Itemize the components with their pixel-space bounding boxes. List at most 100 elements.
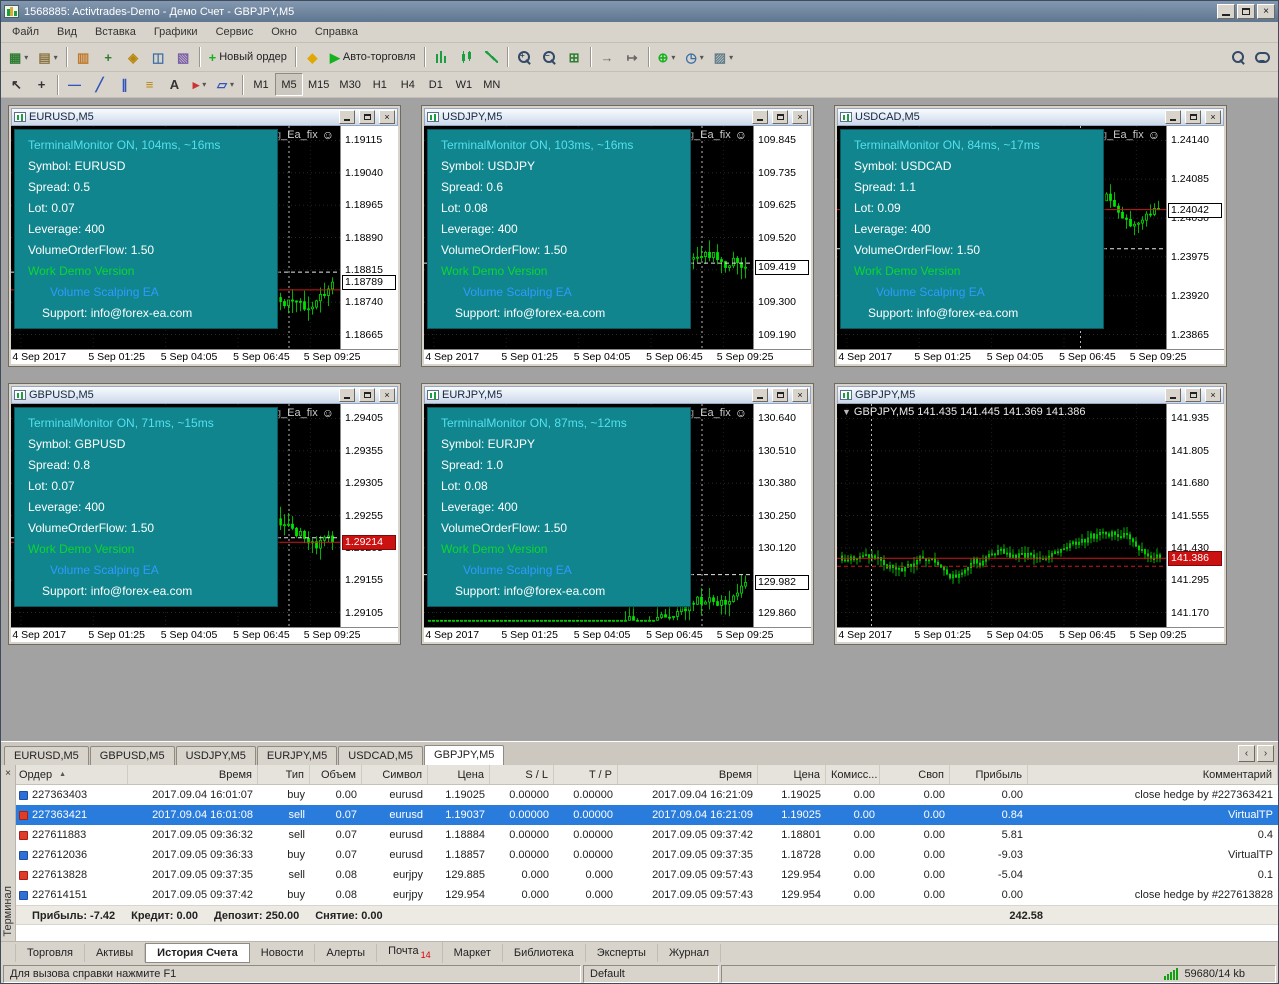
arrow-label-button[interactable]: ▸ ▾ bbox=[187, 73, 212, 96]
chart-restore-button[interactable] bbox=[1185, 110, 1201, 124]
chart-window-titlebar-gbpusd[interactable]: GBPUSD,M5 × bbox=[11, 386, 398, 404]
tab-trade[interactable]: Торговля bbox=[15, 943, 85, 962]
tab-assets[interactable]: Активы bbox=[85, 943, 146, 962]
templates-button[interactable]: ▨ ▾ bbox=[709, 46, 738, 69]
terminal-close-button[interactable]: × bbox=[5, 769, 11, 779]
chart-minimize-button[interactable] bbox=[339, 388, 355, 402]
chat-button[interactable] bbox=[1250, 46, 1275, 69]
tab-market[interactable]: Маркет bbox=[443, 943, 503, 962]
fibonacci-button[interactable]: ≡ bbox=[137, 73, 162, 96]
search-button[interactable] bbox=[1225, 46, 1250, 69]
tab-account-history[interactable]: История Счета bbox=[145, 942, 250, 963]
menu-service[interactable]: Сервис bbox=[207, 23, 263, 41]
chart-tab-usdjpy[interactable]: USDJPY,M5 bbox=[175, 746, 256, 765]
menu-file[interactable]: Файл bbox=[3, 23, 48, 41]
tab-mailbox[interactable]: Почта 14 bbox=[377, 942, 443, 963]
zoom-in-button[interactable]: + bbox=[512, 46, 537, 69]
navigator-button[interactable]: ◈ bbox=[121, 46, 146, 69]
chart-tab-eurusd[interactable]: EURUSD,M5 bbox=[4, 746, 89, 765]
terminal-button[interactable]: ◫ bbox=[146, 46, 171, 69]
chart-tab-eurjpy[interactable]: EURJPY,M5 bbox=[256, 746, 338, 765]
chart-shift-button[interactable]: ↦ bbox=[620, 46, 645, 69]
window-restore-button[interactable] bbox=[1237, 4, 1255, 19]
header-col-type[interactable]: Тип bbox=[258, 765, 310, 784]
header-col-open-time[interactable]: Время bbox=[128, 765, 258, 784]
text-button[interactable]: A bbox=[162, 73, 187, 96]
history-row-227614151[interactable]: 227614151 2017.09.05 09:37:42 buy 0.08 eurjp… bbox=[16, 885, 1278, 905]
chart-area-eurusd[interactable]: 1.19115 1.19040 1.18965 1.18890 1.18815 1.187… bbox=[11, 126, 398, 364]
timeframe-m5-button[interactable]: M5 bbox=[275, 73, 304, 96]
autotrading-button[interactable]: ▶ Авто-торговля bbox=[325, 46, 421, 69]
zoom-out-button[interactable]: − bbox=[537, 46, 562, 69]
menu-help[interactable]: Справка bbox=[306, 23, 367, 41]
chart-tab-gbpjpy[interactable]: GBPJPY,M5 bbox=[424, 745, 505, 765]
window-close-button[interactable]: × bbox=[1257, 4, 1275, 19]
header-col-close-price[interactable]: Цена bbox=[758, 765, 826, 784]
menu-view[interactable]: Вид bbox=[48, 23, 86, 41]
bar-chart-button[interactable] bbox=[429, 46, 454, 69]
chart-window-titlebar-usdjpy[interactable]: USDJPY,M5 × bbox=[424, 108, 811, 126]
history-row-227363403[interactable]: 227363403 2017.09.04 16:01:07 buy 0.00 eurus… bbox=[16, 785, 1278, 805]
header-col-close-time[interactable]: Время bbox=[618, 765, 758, 784]
header-col-swap[interactable]: Своп bbox=[880, 765, 950, 784]
history-row-227613828[interactable]: 227613828 2017.09.05 09:37:35 sell 0.08 eurj… bbox=[16, 865, 1278, 885]
new-chart-button[interactable]: ▦ ▾ bbox=[4, 46, 33, 69]
history-row-227363421[interactable]: 227363421 2017.09.04 16:01:08 sell 0.07 euru… bbox=[16, 805, 1278, 825]
chart-area-eurjpy[interactable]: 130.640 130.510 130.380 130.250 130.120 129.9… bbox=[424, 404, 811, 642]
menu-insert[interactable]: Вставка bbox=[86, 23, 145, 41]
tile-windows-button[interactable]: ⊞ bbox=[562, 46, 587, 69]
chart-tab-usdcad[interactable]: USDCAD,M5 bbox=[338, 746, 424, 765]
chart-window-titlebar-eurjpy[interactable]: EURJPY,M5 × bbox=[424, 386, 811, 404]
header-col-open-price[interactable]: Цена bbox=[428, 765, 490, 784]
chart-minimize-button[interactable] bbox=[752, 388, 768, 402]
header-col-symbol[interactable]: Символ bbox=[362, 765, 428, 784]
chart-close-button[interactable]: × bbox=[792, 388, 808, 402]
tab-alerts[interactable]: Алерты bbox=[315, 943, 378, 962]
periods-button[interactable]: ◷ ▾ bbox=[680, 46, 708, 69]
market-watch-button[interactable]: ▥ bbox=[71, 46, 96, 69]
chart-restore-button[interactable] bbox=[359, 110, 375, 124]
chart-area-gbpjpy[interactable]: 141.935 141.805 141.680 141.555 141.430 141.2… bbox=[837, 404, 1224, 642]
horizontal-line-button[interactable]: — bbox=[62, 73, 87, 96]
tab-experts[interactable]: Эксперты bbox=[586, 943, 658, 962]
metaeditor-button[interactable]: ◆ bbox=[300, 46, 325, 69]
chart-minimize-button[interactable] bbox=[752, 110, 768, 124]
channel-button[interactable]: ∥ bbox=[112, 73, 137, 96]
chart-tabs-scroll-right-button[interactable]: › bbox=[1257, 745, 1274, 762]
chart-plot-gbpjpy[interactable] bbox=[837, 404, 1166, 627]
chart-restore-button[interactable] bbox=[359, 388, 375, 402]
data-window-button[interactable]: + bbox=[96, 46, 121, 69]
timeframe-h1-button[interactable]: H1 bbox=[366, 73, 394, 96]
header-col-volume[interactable]: Объем bbox=[310, 765, 362, 784]
statusbar-profile-selector[interactable]: Default bbox=[583, 965, 719, 983]
chart-area-gbpusd[interactable]: 1.294051.293551.293051.292551.292051.291… bbox=[11, 404, 398, 642]
history-row-227612036[interactable]: 227612036 2017.09.05 09:36:33 buy 0.07 eurus… bbox=[16, 845, 1278, 865]
header-col-profit[interactable]: Прибыль bbox=[950, 765, 1028, 784]
chart-close-button[interactable]: × bbox=[1205, 110, 1221, 124]
shapes-button[interactable]: ▱ ▾ bbox=[212, 73, 239, 96]
profiles-button[interactable]: ▤ ▾ bbox=[33, 46, 62, 69]
timeframe-m30-button[interactable]: M30 bbox=[334, 73, 365, 96]
chart-tab-gbpusd[interactable]: GBPUSD,M5 bbox=[89, 746, 175, 765]
autoscroll-button[interactable]: → bbox=[595, 46, 620, 69]
tab-journal[interactable]: Журнал bbox=[658, 943, 722, 962]
tab-library[interactable]: Библиотека bbox=[503, 943, 586, 962]
chart-restore-button[interactable] bbox=[772, 110, 788, 124]
header-col-sl[interactable]: S / L bbox=[490, 765, 554, 784]
tab-news[interactable]: Новости bbox=[250, 943, 316, 962]
chart-close-button[interactable]: × bbox=[792, 110, 808, 124]
chart-minimize-button[interactable] bbox=[339, 110, 355, 124]
chart-tabs-scroll-left-button[interactable]: ‹ bbox=[1238, 745, 1255, 762]
window-minimize-button[interactable] bbox=[1217, 4, 1235, 19]
candlestick-chart-button[interactable] bbox=[454, 46, 479, 69]
menu-charts[interactable]: Графики bbox=[145, 23, 207, 41]
timeframe-m15-button[interactable]: M15 bbox=[303, 73, 334, 96]
timeframe-d1-button[interactable]: D1 bbox=[422, 73, 450, 96]
chart-minimize-button[interactable] bbox=[1165, 110, 1181, 124]
chart-close-button[interactable]: × bbox=[379, 388, 395, 402]
crosshair-button[interactable]: + bbox=[29, 73, 54, 96]
chart-restore-button[interactable] bbox=[1185, 388, 1201, 402]
header-col-comment[interactable]: Комментарий bbox=[1028, 765, 1278, 784]
strategy-tester-button[interactable]: ▧ bbox=[171, 46, 196, 69]
timeframe-m1-button[interactable]: M1 bbox=[247, 73, 275, 96]
